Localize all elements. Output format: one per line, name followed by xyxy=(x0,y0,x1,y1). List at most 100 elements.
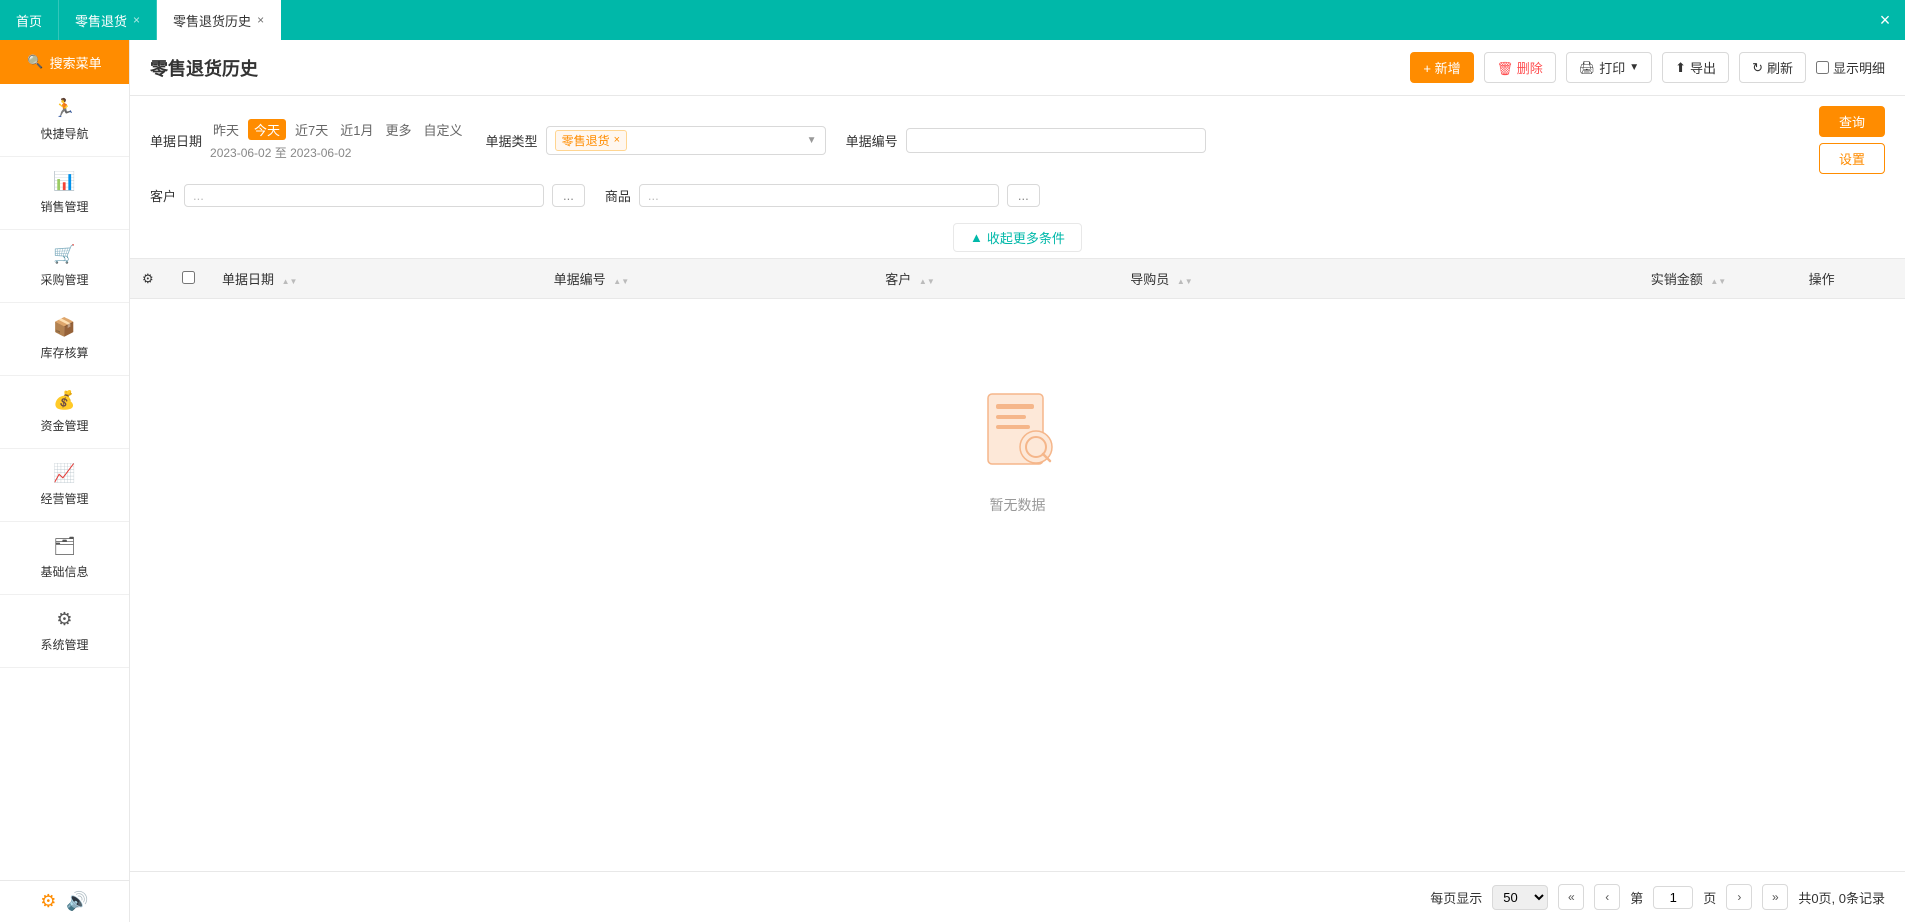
table-settings-icon[interactable]: ⚙ xyxy=(142,271,154,286)
goods-select[interactable]: ... xyxy=(639,184,999,207)
doc-type-tag: 零售退货 × xyxy=(555,130,627,151)
th-settings[interactable]: ⚙ xyxy=(130,259,170,299)
prev-page-button[interactable]: ‹ xyxy=(1594,884,1620,910)
show-detail-checkbox-label[interactable]: 显示明细 xyxy=(1816,58,1885,77)
date-yesterday[interactable]: 昨天 xyxy=(210,119,242,140)
page-header: 零售退货历史 + 新增 🗑 删除 🖨 🖨 打印 打印 ▼ ⬆ 导出 xyxy=(130,40,1905,96)
inventory-icon: 📦 xyxy=(53,317,75,338)
date-filter-label: 单据日期 xyxy=(150,131,202,150)
query-button[interactable]: 查询 xyxy=(1819,106,1885,137)
customer-more-button[interactable]: ... xyxy=(552,184,585,207)
show-detail-checkbox[interactable] xyxy=(1816,61,1829,74)
sidebar-footer: ⚙ 🔊 xyxy=(0,880,129,922)
export-button[interactable]: ⬆ 导出 xyxy=(1662,52,1729,83)
doc-type-select[interactable]: 零售退货 × ▼ xyxy=(546,126,826,155)
page-size-select[interactable]: 50 10 20 100 xyxy=(1492,885,1548,910)
empty-state-icon xyxy=(968,379,1068,479)
last-page-button[interactable]: » xyxy=(1762,884,1788,910)
goods-filter-item: 商品 ... ... xyxy=(605,184,1040,207)
date-today[interactable]: 今天 xyxy=(248,119,286,140)
filter-collapse-row: ▲ 收起更多条件 xyxy=(150,217,1885,258)
page-label: 第 xyxy=(1630,888,1643,907)
sidebar-item-label: 采购管理 xyxy=(40,271,88,288)
page-unit: 页 xyxy=(1703,888,1716,907)
tab-retail-return-close[interactable]: × xyxy=(133,13,140,27)
sidebar-item-label: 基础信息 xyxy=(40,563,88,580)
purchase-icon: 🛒 xyxy=(53,244,75,265)
main-layout: 🔍 搜索菜单 🏃 快捷导航 📊 销售管理 🛒 采购管理 📦 库存核算 💰 资金管… xyxy=(0,40,1905,922)
print-icon: 🖨 xyxy=(1579,60,1596,76)
sidebar-item-basic-info[interactable]: 🗂 基础信息 xyxy=(0,522,129,595)
doc-type-label: 单据类型 xyxy=(486,131,538,150)
sidebar-item-inventory[interactable]: 📦 库存核算 xyxy=(0,303,129,376)
goods-more-button[interactable]: ... xyxy=(1007,184,1040,207)
data-table: ⚙ 单据日期 ▲▼ 单据编号 ▲▼ xyxy=(130,259,1905,299)
date-shortcuts: 昨天 今天 近7天 近1月 更多 自定义 xyxy=(210,119,466,140)
th-doc-no[interactable]: 单据编号 ▲▼ xyxy=(542,259,874,299)
date-custom[interactable]: 自定义 xyxy=(421,119,466,140)
volume-footer-icon[interactable]: 🔊 xyxy=(66,891,88,912)
date-1month[interactable]: 近1月 xyxy=(337,119,376,140)
th-doc-date[interactable]: 单据日期 ▲▼ xyxy=(210,259,542,299)
sidebar-item-finance[interactable]: 💰 资金管理 xyxy=(0,376,129,449)
export-icon: ⬆ xyxy=(1675,60,1686,76)
date-filter-item: 单据日期 昨天 今天 近7天 近1月 更多 自定义 2023-06-02 至 2… xyxy=(150,119,466,161)
sidebar-item-operations[interactable]: 📈 经营管理 xyxy=(0,449,129,522)
customer-select[interactable]: ... xyxy=(184,184,544,207)
sidebar-item-quick-nav[interactable]: 🏃 快捷导航 xyxy=(0,84,129,157)
page-title-row: 零售退货历史 + 新增 🗑 删除 🖨 🖨 打印 打印 ▼ ⬆ 导出 xyxy=(150,52,1885,83)
sidebar-item-label: 资金管理 xyxy=(40,417,88,434)
sidebar-item-system[interactable]: ⚙ 系统管理 xyxy=(0,595,129,668)
date-more[interactable]: 更多 xyxy=(383,119,415,140)
empty-state: 暂无数据 xyxy=(130,299,1905,595)
table-header: ⚙ 单据日期 ▲▼ 单据编号 ▲▼ xyxy=(130,259,1905,299)
filter-row-1: 单据日期 昨天 今天 近7天 近1月 更多 自定义 2023-06-02 至 2… xyxy=(150,106,1885,174)
system-icon: ⚙ xyxy=(56,609,72,630)
setting-button[interactable]: 设置 xyxy=(1819,143,1885,174)
doc-no-sort: ▲▼ xyxy=(613,277,629,286)
sidebar-search[interactable]: 🔍 搜索菜单 xyxy=(0,40,129,84)
collapse-filter-button[interactable]: ▲ 收起更多条件 xyxy=(953,223,1082,252)
tab-retail-return[interactable]: 零售退货 × xyxy=(59,0,157,40)
next-page-button[interactable]: › xyxy=(1726,884,1752,910)
tab-retail-return-history[interactable]: 零售退货历史 × xyxy=(157,0,281,40)
new-button[interactable]: + 新增 xyxy=(1410,52,1473,83)
sidebar-item-label: 经营管理 xyxy=(40,490,88,507)
tab-home[interactable]: 首页 xyxy=(0,0,59,40)
guide-sort: ▲▼ xyxy=(1177,277,1193,286)
refresh-button[interactable]: ↻ 刷新 xyxy=(1739,52,1806,83)
doc-type-dropdown-icon: ▼ xyxy=(807,135,817,146)
filter-row-2: 客户 ... ... 商品 ... ... xyxy=(150,184,1885,207)
total-records: 共0页, 0条记录 xyxy=(1798,888,1885,907)
delete-button[interactable]: 🗑 删除 xyxy=(1484,52,1556,83)
sidebar: 🔍 搜索菜单 🏃 快捷导航 📊 销售管理 🛒 采购管理 📦 库存核算 💰 资金管… xyxy=(0,40,130,922)
date-7days[interactable]: 近7天 xyxy=(292,119,331,140)
first-page-button[interactable]: « xyxy=(1558,884,1584,910)
tab-retail-return-history-close[interactable]: × xyxy=(257,13,264,27)
filter-section: 单据日期 昨天 今天 近7天 近1月 更多 自定义 2023-06-02 至 2… xyxy=(130,96,1905,259)
doc-type-filter-item: 单据类型 零售退货 × ▼ xyxy=(486,126,826,155)
refresh-icon: ↻ xyxy=(1752,60,1763,76)
select-all-checkbox[interactable] xyxy=(182,271,195,284)
print-button[interactable]: 🖨 🖨 打印 打印 ▼ xyxy=(1566,52,1652,83)
th-checkbox[interactable] xyxy=(170,259,210,299)
th-amount[interactable]: 实销金额 ▲▼ xyxy=(1407,259,1739,299)
amount-sort: ▲▼ xyxy=(1710,277,1726,286)
page-title: 零售退货历史 xyxy=(150,55,258,81)
sidebar-item-purchase[interactable]: 🛒 采购管理 xyxy=(0,230,129,303)
doc-type-tag-close[interactable]: × xyxy=(614,134,620,146)
search-icon: 🔍 xyxy=(27,54,43,70)
settings-footer-icon[interactable]: ⚙ xyxy=(40,891,56,912)
basic-info-icon: 🗂 xyxy=(53,536,76,557)
collapse-icon: ▲ xyxy=(970,230,983,245)
window-close-button[interactable]: × xyxy=(1865,0,1905,40)
doc-no-filter-item: 单据编号 xyxy=(846,128,1206,153)
th-guide[interactable]: 导购员 ▲▼ xyxy=(1118,259,1406,299)
customer-label: 客户 xyxy=(150,186,176,205)
goods-label: 商品 xyxy=(605,186,631,205)
th-customer[interactable]: 客户 ▲▼ xyxy=(873,259,1118,299)
doc-no-input[interactable] xyxy=(906,128,1206,153)
page-number-input[interactable] xyxy=(1653,886,1693,909)
sidebar-item-sales[interactable]: 📊 销售管理 xyxy=(0,157,129,230)
print-dropdown-icon: ▼ xyxy=(1629,62,1639,73)
